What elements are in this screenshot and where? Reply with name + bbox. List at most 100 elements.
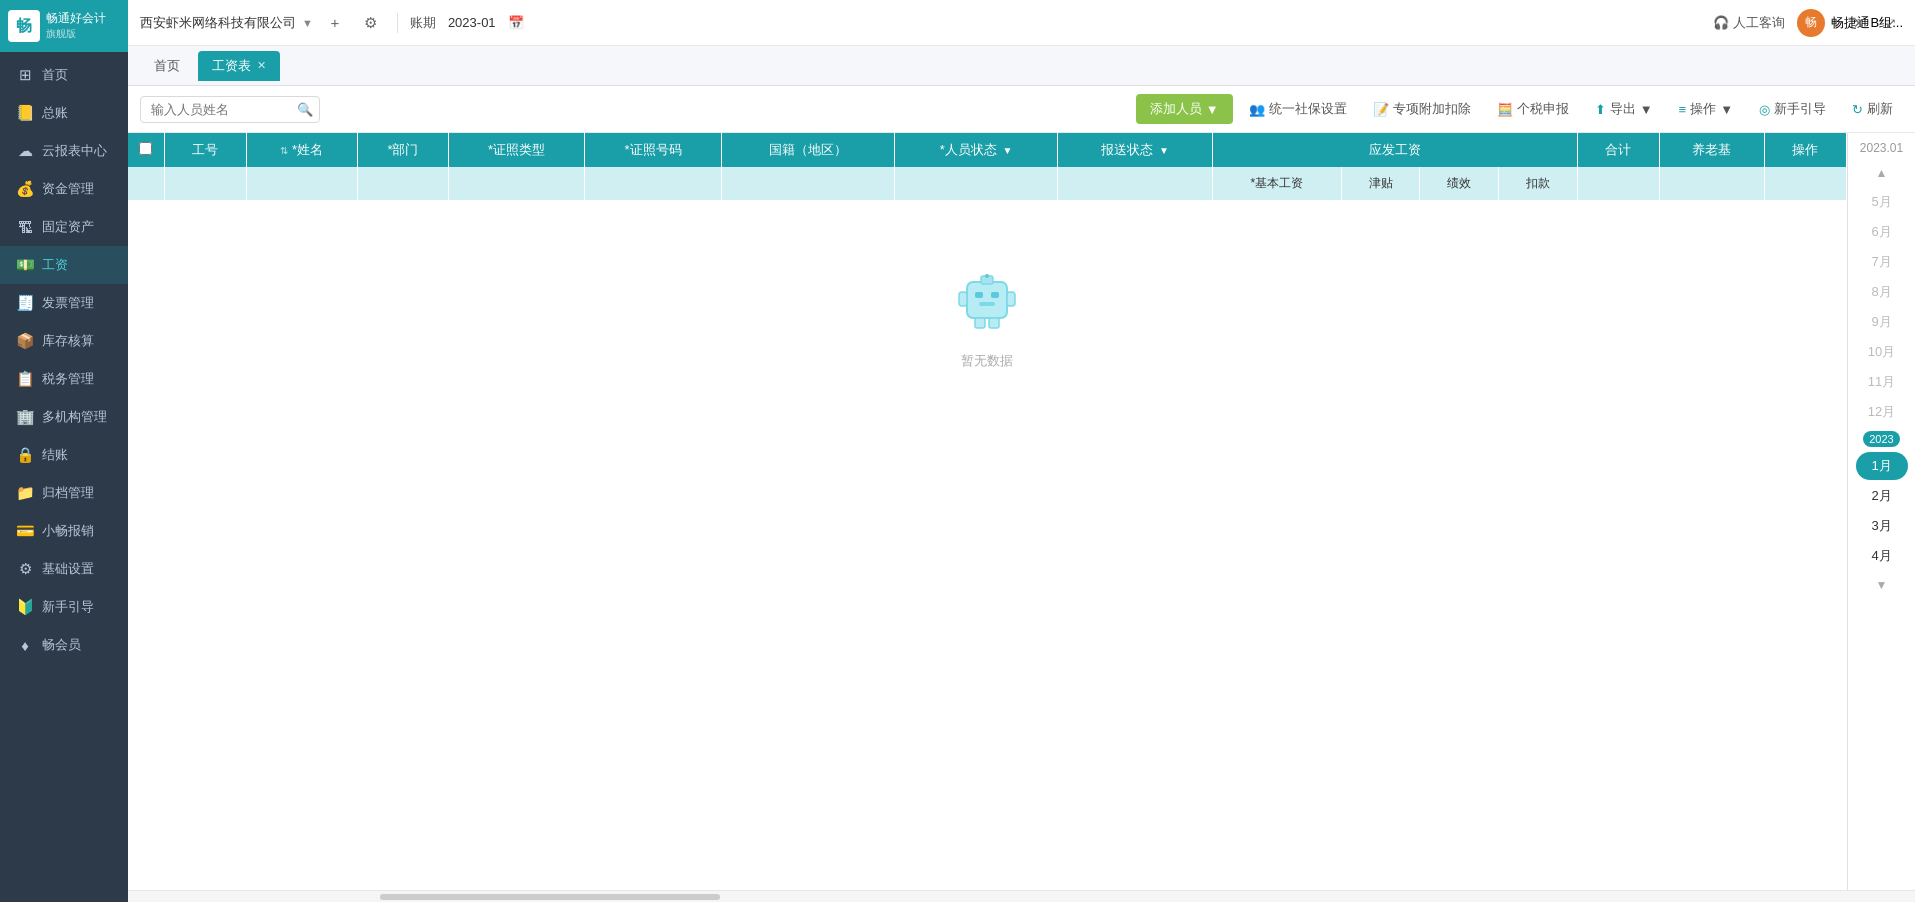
sidebar-label-invoice: 发票管理 xyxy=(42,294,94,312)
sidebar-label-fixed-assets: 固定资产 xyxy=(42,218,94,236)
date-month-6[interactable]: 6月 xyxy=(1856,218,1908,246)
th-salary-group: 应发工资 xyxy=(1213,133,1578,167)
guide-button[interactable]: ◎ 新手引导 xyxy=(1749,95,1836,123)
service-button[interactable]: 🎧 人工客询 xyxy=(1713,14,1785,32)
svg-rect-0 xyxy=(967,282,1007,318)
sidebar-item-expense[interactable]: 💳小畅报销 xyxy=(0,512,128,550)
date-month-12[interactable]: 12月 xyxy=(1856,398,1908,426)
settings-button[interactable]: ⚙ xyxy=(357,9,385,37)
date-month-5[interactable]: 5月 xyxy=(1856,188,1908,216)
date-month-4[interactable]: 4月 xyxy=(1856,542,1908,570)
sidebar-item-close-period[interactable]: 🔒结账 xyxy=(0,436,128,474)
horizontal-scrollbar[interactable] xyxy=(380,894,720,900)
th-checkbox[interactable] xyxy=(128,133,164,167)
date-month-10[interactable]: 10月 xyxy=(1856,338,1908,366)
topbar-divider xyxy=(397,13,398,33)
operation-arrow-icon: ▼ xyxy=(1720,102,1733,117)
refresh-button[interactable]: ↻ 刷新 xyxy=(1842,95,1903,123)
date-month-9[interactable]: 9月 xyxy=(1856,308,1908,336)
export-arrow-icon: ▼ xyxy=(1640,102,1653,117)
th-report-status: 报送状态 ▼ xyxy=(1058,133,1213,167)
add-person-button[interactable]: 添加人员 ▼ xyxy=(1136,94,1233,124)
th-allowance: 津贴 xyxy=(1341,167,1420,200)
search-box[interactable]: 🔍 xyxy=(140,96,320,123)
date-next-btn[interactable]: ▼ xyxy=(1868,571,1896,599)
sidebar-label-guide: 新手引导 xyxy=(42,598,94,616)
sidebar-item-settings[interactable]: ⚙基础设置 xyxy=(0,550,128,588)
expand-panel-button[interactable]: ⤢ xyxy=(1875,7,1907,39)
sidebar-item-ledger[interactable]: 📒 总账 xyxy=(0,94,128,132)
guide-icon: 🔰 xyxy=(16,598,34,616)
logo-icon: 畅 xyxy=(8,10,40,42)
date-month-8[interactable]: 8月 xyxy=(1856,278,1908,306)
th-number: 工号 xyxy=(164,133,246,167)
sidebar-label-inventory: 库存核算 xyxy=(42,332,94,350)
sidebar-item-payroll[interactable]: 💵工资 xyxy=(0,246,128,284)
date-month-11[interactable]: 11月 xyxy=(1856,368,1908,396)
sidebar-label-archive: 归档管理 xyxy=(42,484,94,502)
extra-deduction-button[interactable]: 📝 专项附加扣除 xyxy=(1363,95,1481,123)
home-icon: ⊞ xyxy=(16,66,34,84)
th-nationality: 国籍（地区） xyxy=(721,133,894,167)
export-button[interactable]: ⬆ 导出 ▼ xyxy=(1585,95,1663,123)
sidebar-item-fund[interactable]: 💰资金管理 xyxy=(0,170,128,208)
tab-payroll[interactable]: 工资表 ✕ xyxy=(198,51,280,81)
sidebar-label-cloud-report: 云报表中心 xyxy=(42,142,107,160)
tab-payroll-label: 工资表 xyxy=(212,57,251,75)
sidebar-item-invoice[interactable]: 🧾 发票管理 xyxy=(0,284,128,322)
tab-payroll-close[interactable]: ✕ xyxy=(257,59,266,72)
date-month-3[interactable]: 3月 xyxy=(1856,512,1908,540)
th-dept: *部门 xyxy=(357,133,448,167)
service-label: 人工客询 xyxy=(1733,14,1785,32)
sidebar-label-tax: 税务管理 xyxy=(42,370,94,388)
sidebar-label-ledger: 总账 xyxy=(42,104,68,122)
calendar-icon[interactable]: 📅 xyxy=(508,15,524,30)
search-input[interactable] xyxy=(151,102,291,117)
year-badge[interactable]: 2023 xyxy=(1863,431,1899,447)
social-security-button[interactable]: 👥 统一社保设置 xyxy=(1239,95,1357,123)
personal-tax-button[interactable]: 🧮 个税申报 xyxy=(1487,95,1579,123)
sidebar-item-fixed-assets[interactable]: 🏗 固定资产 xyxy=(0,208,128,246)
sidebar-item-multi-org[interactable]: 🏢多机构管理 xyxy=(0,398,128,436)
date-panel: 2023.01 ▲ 5月 6月 7月 8月 9月 10月 11月 12月 202… xyxy=(1847,133,1915,890)
date-prev-btn[interactable]: ▲ xyxy=(1868,159,1896,187)
extra-deduction-label: 专项附加扣除 xyxy=(1393,100,1471,118)
table-header-row2: *基本工资 津贴 绩效 扣款 xyxy=(128,167,1847,200)
content-area: 工号 ⇅ *姓名 *部门 *证照类型 *证照号码 国籍（地区） *人员状态 ▼ … xyxy=(128,133,1915,890)
guide-label: 新手引导 xyxy=(1774,100,1826,118)
tab-home[interactable]: 首页 xyxy=(140,51,194,81)
sidebar-item-archive[interactable]: 📁归档管理 xyxy=(0,474,128,512)
sidebar-item-member[interactable]: ♦畅会员 xyxy=(0,626,128,664)
company-selector[interactable]: 西安虾米网络科技有限公司 ▼ xyxy=(140,14,313,32)
invoice-icon: 🧾 xyxy=(16,294,34,312)
sidebar-item-tax[interactable]: 📋税务管理 xyxy=(0,360,128,398)
operation-button[interactable]: ≡ 操作 ▼ xyxy=(1669,95,1743,123)
fixed-assets-icon: 🏗 xyxy=(16,219,34,236)
sidebar-item-inventory[interactable]: 📦库存核算 xyxy=(0,322,128,360)
extra-deduction-icon: 📝 xyxy=(1373,102,1389,117)
empty-state: 暂无数据 xyxy=(128,200,1847,430)
add-person-arrow: ▼ xyxy=(1206,102,1219,117)
sidebar-item-home[interactable]: ⊞首页 xyxy=(0,56,128,94)
empty-row: 暂无数据 xyxy=(128,200,1847,430)
sidebar-logo[interactable]: 畅 畅通好会计 旗舰版 xyxy=(0,0,128,52)
fund-icon: 💰 xyxy=(16,180,34,198)
date-month-7[interactable]: 7月 xyxy=(1856,248,1908,276)
date-month-1[interactable]: 1月 xyxy=(1856,452,1908,480)
select-all-checkbox[interactable] xyxy=(139,142,152,155)
sidebar-item-cloud-report[interactable]: ☁云报表中心 xyxy=(0,132,128,170)
report-status-filter-icon[interactable]: ▼ xyxy=(1159,145,1169,156)
add-company-button[interactable]: + xyxy=(321,9,349,37)
th-total: 合计 xyxy=(1577,133,1659,167)
payroll-table: 工号 ⇅ *姓名 *部门 *证照类型 *证照号码 国籍（地区） *人员状态 ▼ … xyxy=(128,133,1847,430)
ledger-icon: 📒 xyxy=(16,104,34,122)
sidebar-item-guide[interactable]: 🔰 新手引导 xyxy=(0,588,128,626)
th-id-num: *证照号码 xyxy=(585,133,721,167)
operation-icon: ≡ xyxy=(1679,102,1687,117)
date-month-2[interactable]: 2月 xyxy=(1856,482,1908,510)
sidebar-label-multi-org: 多机构管理 xyxy=(42,408,107,426)
close-panel-button[interactable]: ✕ xyxy=(1843,7,1875,39)
person-status-filter-icon[interactable]: ▼ xyxy=(1002,145,1012,156)
scroll-area xyxy=(128,890,1915,902)
toolbar-right: 添加人员 ▼ 👥 统一社保设置 📝 专项附加扣除 🧮 个税申报 ⬆ 导出 ▼ xyxy=(1136,94,1903,124)
